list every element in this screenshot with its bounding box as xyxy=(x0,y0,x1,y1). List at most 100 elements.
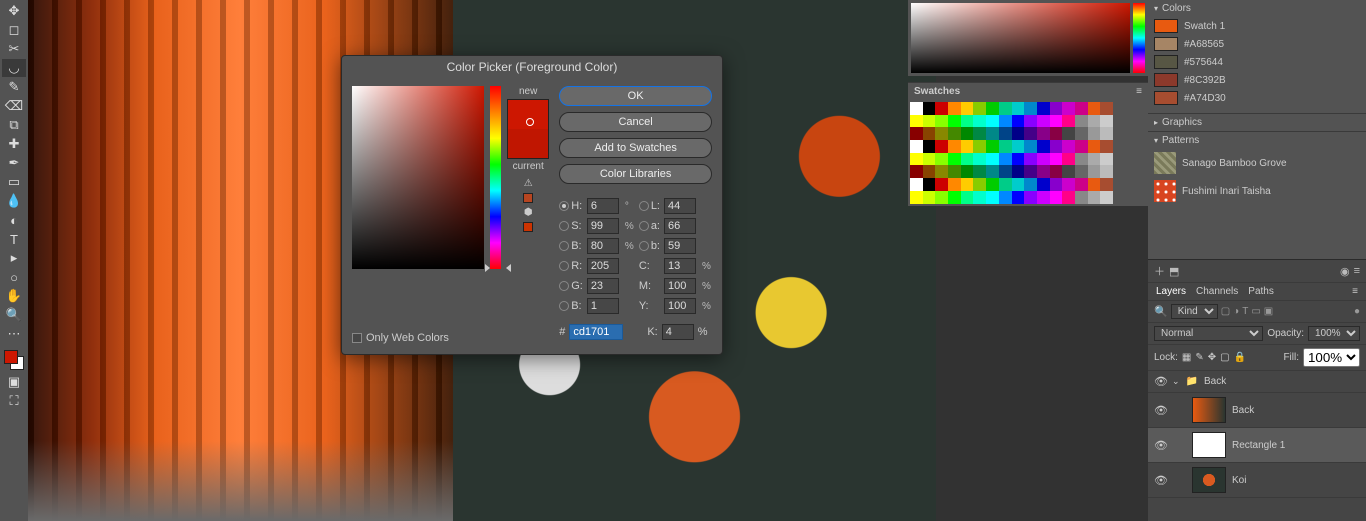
k-input[interactable] xyxy=(662,324,694,340)
swatch-cell[interactable] xyxy=(986,153,999,166)
swatch-cell[interactable] xyxy=(1037,153,1050,166)
filter-type-icon[interactable]: T xyxy=(1242,306,1248,317)
swatch-cell[interactable] xyxy=(1012,153,1025,166)
layer-row[interactable]: 👁Koi xyxy=(1148,463,1366,498)
swatch-cell[interactable] xyxy=(1100,178,1113,191)
lock-pos-icon[interactable]: ✥ xyxy=(1208,352,1216,363)
pattern-row[interactable]: Sanago Bamboo Grove xyxy=(1148,149,1366,177)
cancel-button[interactable]: Cancel xyxy=(559,112,712,132)
swatch-chip[interactable] xyxy=(1154,73,1178,87)
swatch-cell[interactable] xyxy=(986,115,999,128)
c-input[interactable] xyxy=(664,258,696,274)
swatch-cell[interactable] xyxy=(999,178,1012,191)
lock-artboard-icon[interactable]: ▢ xyxy=(1220,352,1229,363)
swatch-cell[interactable] xyxy=(935,115,948,128)
swatch-cell[interactable] xyxy=(948,115,961,128)
swatch-cell[interactable] xyxy=(973,165,986,178)
m-input[interactable] xyxy=(664,278,696,294)
swatch-cell[interactable] xyxy=(1037,127,1050,140)
layer-row[interactable]: 👁⌄📁Back xyxy=(1148,371,1366,393)
dodge-tool[interactable]: ◐ xyxy=(2,211,26,229)
colors-header[interactable]: Colors xyxy=(1162,3,1191,14)
color-swatches[interactable] xyxy=(2,348,26,372)
search-icon[interactable]: 🔍 xyxy=(1154,305,1168,318)
pen-tool[interactable]: ✒ xyxy=(2,154,26,172)
swatch-cell[interactable] xyxy=(935,165,948,178)
brush-tool[interactable]: ✎ xyxy=(2,78,26,96)
new-layer-icon[interactable]: ＋ xyxy=(1154,263,1165,279)
color-swatch-row[interactable]: Swatch 1 xyxy=(1154,17,1360,35)
pattern-thumb[interactable] xyxy=(1154,152,1176,174)
swatch-cell[interactable] xyxy=(910,102,923,115)
patterns-header[interactable]: Patterns xyxy=(1162,135,1199,146)
swatch-cell[interactable] xyxy=(1024,127,1037,140)
swatch-cell[interactable] xyxy=(1050,102,1063,115)
swatch-cell[interactable] xyxy=(1088,140,1101,153)
swatch-cell[interactable] xyxy=(973,178,986,191)
swatch-cell[interactable] xyxy=(910,153,923,166)
swatch-cell[interactable] xyxy=(923,140,936,153)
zoom-tool[interactable]: 🔍 xyxy=(2,306,26,324)
swatch-cell[interactable] xyxy=(1012,127,1025,140)
swatch-cell[interactable] xyxy=(923,153,936,166)
swatch-cell[interactable] xyxy=(1050,153,1063,166)
swatch-cell[interactable] xyxy=(923,102,936,115)
b-radio[interactable] xyxy=(639,241,649,251)
swatch-cell[interactable] xyxy=(1062,191,1075,204)
swatch-cell[interactable] xyxy=(999,153,1012,166)
swatch-cell[interactable] xyxy=(1100,127,1113,140)
layer-thumb[interactable] xyxy=(1192,397,1226,423)
swatch-cell[interactable] xyxy=(1050,115,1063,128)
swatch-cell[interactable] xyxy=(961,165,974,178)
swatch-cell[interactable] xyxy=(1088,178,1101,191)
quickmask-tool[interactable]: ▣ xyxy=(2,373,26,391)
pattern-row[interactable]: Fushimi Inari Taisha xyxy=(1148,177,1366,205)
websafe-warning-icon[interactable]: ⬢ xyxy=(524,207,533,218)
swatch-cell[interactable] xyxy=(986,165,999,178)
swatch-cell[interactable] xyxy=(923,115,936,128)
y-input[interactable] xyxy=(664,298,696,314)
bb-radio[interactable] xyxy=(559,301,569,311)
color-libraries-button[interactable]: Color Libraries xyxy=(559,164,712,184)
swatch-cell[interactable] xyxy=(1062,115,1075,128)
swatch-cell[interactable] xyxy=(1062,165,1075,178)
color-swatch-row[interactable]: #A68565 xyxy=(1154,35,1360,53)
swatch-cell[interactable] xyxy=(986,102,999,115)
swatch-cell[interactable] xyxy=(1037,102,1050,115)
b-input[interactable] xyxy=(664,238,696,254)
visibility-icon[interactable]: 👁 xyxy=(1154,375,1166,388)
eraser-tool[interactable]: ⌫ xyxy=(2,97,26,115)
swatch-cell[interactable] xyxy=(1100,191,1113,204)
swatch-cell[interactable] xyxy=(935,191,948,204)
swatch-cell[interactable] xyxy=(1037,178,1050,191)
fg-color-swatch[interactable] xyxy=(4,350,18,364)
swatch-cell[interactable] xyxy=(1050,140,1063,153)
color-swatch-row[interactable]: #575644 xyxy=(1154,53,1360,71)
swatch-cell[interactable] xyxy=(1037,115,1050,128)
swatch-cell[interactable] xyxy=(999,102,1012,115)
swatch-cell[interactable] xyxy=(986,127,999,140)
swatch-cell[interactable] xyxy=(961,191,974,204)
swatch-cell[interactable] xyxy=(948,178,961,191)
filter-pixel-icon[interactable]: ▢ xyxy=(1221,306,1230,317)
visibility-icon[interactable]: 👁 xyxy=(1154,404,1166,417)
swatch-cell[interactable] xyxy=(1024,191,1037,204)
s-radio[interactable] xyxy=(559,221,569,231)
color-swatch-row[interactable]: #A74D30 xyxy=(1154,89,1360,107)
filter-shape-icon[interactable]: ▭ xyxy=(1251,306,1260,317)
swatch-cell[interactable] xyxy=(1037,165,1050,178)
swatch-cell[interactable] xyxy=(1024,115,1037,128)
marquee-tool[interactable]: ◻ xyxy=(2,21,26,39)
swatch-cell[interactable] xyxy=(923,165,936,178)
lock-all-icon[interactable]: 🔒 xyxy=(1234,352,1246,363)
swatch-cell[interactable] xyxy=(961,102,974,115)
lock-pixels-icon[interactable]: ✎ xyxy=(1195,352,1203,363)
gamut-swatch[interactable] xyxy=(523,193,533,203)
h-radio[interactable] xyxy=(559,201,569,211)
swatch-cell[interactable] xyxy=(1024,165,1037,178)
swatch-cell[interactable] xyxy=(935,140,948,153)
lock-trans-icon[interactable]: ▦ xyxy=(1182,352,1191,363)
swatch-cell[interactable] xyxy=(986,140,999,153)
swatch-cell[interactable] xyxy=(923,191,936,204)
swatch-chip[interactable] xyxy=(1154,55,1178,69)
